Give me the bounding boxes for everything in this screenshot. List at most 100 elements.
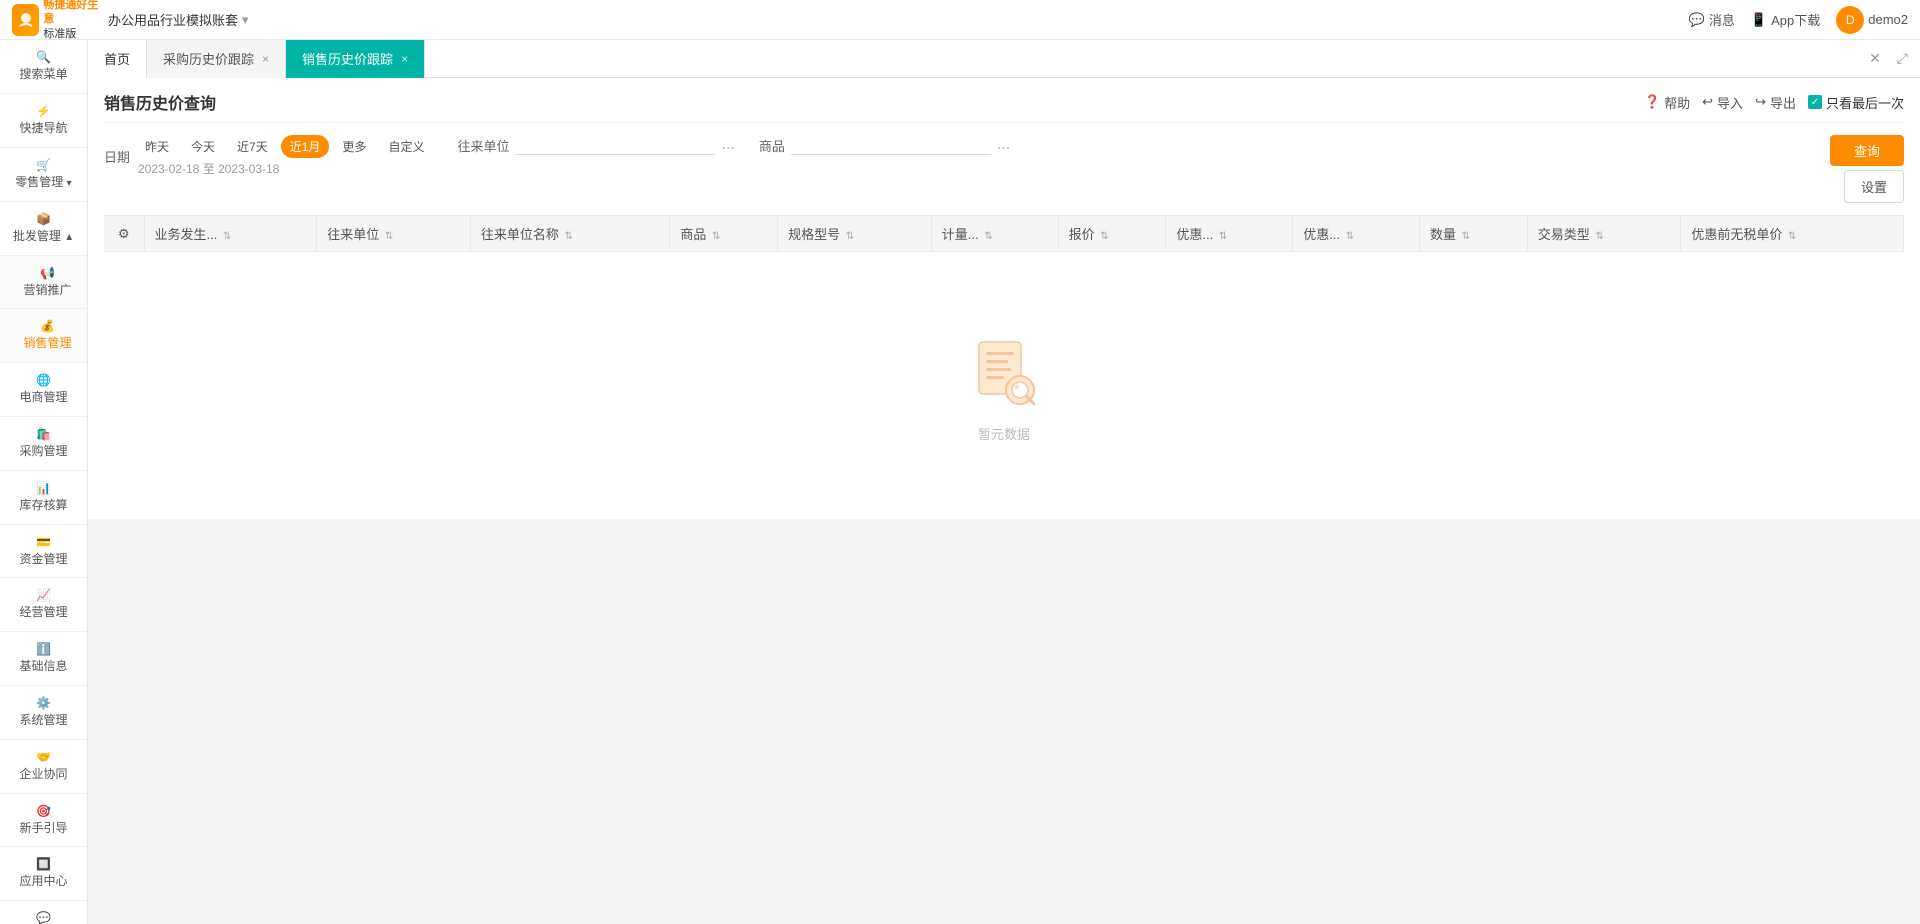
tab-close-all-btn[interactable]: ✕ — [1865, 46, 1885, 71]
sidebar-item-label: 企业协同 — [19, 766, 67, 783]
date-btn-1month[interactable]: 近1月 — [281, 135, 330, 158]
table-col-pretax-price[interactable]: 优惠前无税单价 ⇅ — [1681, 216, 1904, 252]
tab-maximize-btn[interactable]: ⤢ — [1893, 46, 1912, 71]
empty-text: 暂元数据 — [978, 424, 1030, 443]
sidebar-item-label: 零售管理 ▾ — [15, 174, 71, 191]
main-layout: 🔍 搜索菜单 ⚡ 快捷导航 🛒 零售管理 ▾ 📦 批发管理 ▲ 📢 营销推广 💰… — [0, 40, 1920, 924]
filter-action-group: 查询 设置 — [1830, 135, 1904, 203]
only-last-checkbox-label[interactable]: ✓ 只看最后一次 — [1808, 93, 1904, 112]
table-col-biz-date[interactable]: 业务发生... ⇅ — [144, 216, 317, 252]
table-col-spec[interactable]: 规格型号 ⇅ — [778, 216, 932, 252]
sidebar-item-inventory-check[interactable]: 📊 库存核算 — [0, 471, 87, 525]
table-col-unit[interactable]: 计量... ⇅ — [931, 216, 1058, 252]
sidebar: 🔍 搜索菜单 ⚡ 快捷导航 🛒 零售管理 ▾ 📦 批发管理 ▲ 📢 营销推广 💰… — [0, 40, 88, 924]
app-download-action[interactable]: 📱 App下载 — [1751, 10, 1820, 29]
sidebar-item-label: 新手引导 — [19, 820, 67, 837]
partner-filter-dots[interactable]: ... — [721, 136, 734, 154]
sidebar-item-operations-mgmt[interactable]: 📈 经营管理 — [0, 578, 87, 632]
finance-mgmt-icon: 💳 — [36, 535, 51, 549]
help-action[interactable]: ❓ 帮助 — [1644, 93, 1690, 112]
table-col-discount1[interactable]: 优惠... ⇅ — [1166, 216, 1293, 252]
page-header-actions: ❓ 帮助 ↩ 导入 ↪ 导出 ✓ 只看最后一次 — [1644, 93, 1904, 112]
date-btn-today[interactable]: 今天 — [182, 135, 224, 158]
table-col-partner-code[interactable]: 往来单位 ⇅ — [317, 216, 471, 252]
sidebar-item-retail-mgmt[interactable]: 🛒 零售管理 ▾ — [0, 148, 87, 202]
partner-filter-input[interactable] — [515, 135, 715, 155]
import-icon: ↩ — [1702, 94, 1713, 110]
purchase-mgmt-icon: 🛍️ — [36, 427, 51, 441]
date-btn-7days[interactable]: 近7天 — [228, 135, 277, 158]
tab-home[interactable]: 首页 — [88, 40, 147, 78]
sidebar-item-app-center[interactable]: 🔲 应用中心 — [0, 847, 87, 901]
operations-mgmt-icon: 📈 — [36, 588, 51, 602]
sidebar-item-label: 营销推广 — [23, 282, 71, 299]
sidebar-item-enterprise-collab[interactable]: 🤝 企业协同 — [0, 740, 87, 794]
date-area: 昨天 今天 近7天 近1月 更多 自定义 2023-02-18 至 2023-0… — [136, 135, 433, 177]
sidebar-item-search-menu[interactable]: 🔍 搜索菜单 — [0, 40, 87, 94]
sidebar-item-ecommerce-mgmt[interactable]: 🌐 电商管理 — [0, 363, 87, 417]
table-col-trade-type[interactable]: 交易类型 ⇅ — [1527, 216, 1681, 252]
app-download-label: App下载 — [1771, 10, 1820, 29]
message-label: 消息 — [1709, 10, 1735, 29]
message-action[interactable]: 💬 消息 — [1689, 10, 1735, 29]
sales-mgmt-icon: 💰 — [40, 319, 55, 333]
marketing-icon: 📢 — [40, 266, 55, 280]
sidebar-item-label: 搜索菜单 — [19, 66, 67, 83]
date-btn-more[interactable]: 更多 — [333, 135, 375, 158]
table-col-discount2[interactable]: 优惠... ⇅ — [1293, 216, 1420, 252]
partner-filter: 往来单位 ... — [457, 135, 734, 155]
sidebar-item-label: 基础信息 — [19, 658, 67, 675]
sort-arrows-quote: ⇅ — [1100, 231, 1108, 242]
product-filter-dots[interactable]: ... — [997, 136, 1010, 154]
sidebar-item-finance-mgmt[interactable]: 💳 资金管理 — [0, 525, 87, 579]
enterprise-collab-icon: 🤝 — [36, 750, 51, 764]
sidebar-item-purchase-mgmt[interactable]: 🛍️ 采购管理 — [0, 417, 87, 471]
sidebar-item-enterprise-wechat[interactable]: 💬 企业微信 — [0, 901, 87, 924]
page-content: 销售历史价查询 ❓ 帮助 ↩ 导入 ↪ 导出 — [88, 78, 1920, 924]
tab-home-label: 首页 — [104, 49, 130, 68]
ecommerce-mgmt-icon: 🌐 — [36, 373, 51, 387]
sidebar-item-quick-nav[interactable]: ⚡ 快捷导航 — [0, 94, 87, 148]
import-action[interactable]: ↩ 导入 — [1702, 93, 1743, 112]
product-filter-input[interactable] — [791, 135, 991, 155]
export-action[interactable]: ↪ 导出 — [1755, 93, 1796, 112]
user-avatar-action[interactable]: D demo2 — [1836, 6, 1908, 34]
username-label: demo2 — [1868, 12, 1908, 27]
sidebar-item-basic-info[interactable]: ℹ️ 基础信息 — [0, 632, 87, 686]
tab-sales-history-close[interactable]: × — [401, 52, 408, 66]
workspace-dropdown-icon[interactable]: ▾ — [242, 12, 249, 28]
date-btn-yesterday[interactable]: 昨天 — [136, 135, 178, 158]
tab-purchase-history-label: 采购历史价跟踪 — [163, 49, 254, 68]
settings-col-icon: ⚙ — [118, 226, 130, 241]
basic-info-icon: ℹ️ — [36, 642, 51, 656]
tab-purchase-history-close[interactable]: × — [262, 52, 269, 66]
logo-icon — [12, 4, 39, 36]
table-col-partner-name[interactable]: 往来单位名称 ⇅ — [470, 216, 670, 252]
wholesale-mgmt-icon: 📦 — [36, 212, 51, 226]
table-col-settings[interactable]: ⚙ — [104, 216, 144, 252]
date-filter: 日期 昨天 今天 近7天 近1月 更多 自定义 2023-02-18 至 202… — [104, 135, 433, 177]
product-filter-label: 商品 — [759, 136, 785, 155]
sort-arrows-product: ⇅ — [712, 231, 720, 242]
date-btn-custom[interactable]: 自定义 — [379, 135, 433, 158]
sidebar-item-wholesale-mgmt[interactable]: 📦 批发管理 ▲ — [0, 202, 87, 256]
only-last-checkbox[interactable]: ✓ — [1808, 95, 1822, 109]
tab-bar-end: ✕ ⤢ — [1865, 46, 1920, 71]
sidebar-item-system-mgmt[interactable]: ⚙️ 系统管理 — [0, 686, 87, 740]
workspace-title-area: 办公用品行业模拟账套 ▾ — [100, 10, 1689, 29]
query-button[interactable]: 查询 — [1830, 135, 1904, 166]
inventory-check-icon: 📊 — [36, 481, 51, 495]
table-col-quote[interactable]: 报价 ⇅ — [1058, 216, 1166, 252]
sidebar-item-newbie-guide[interactable]: 🎯 新手引导 — [0, 794, 87, 848]
table-col-product[interactable]: 商品 ⇅ — [670, 216, 778, 252]
table-col-quantity[interactable]: 数量 ⇅ — [1420, 216, 1528, 252]
workspace-title: 办公用品行业模拟账套 — [108, 10, 238, 29]
tab-sales-history[interactable]: 销售历史价跟踪 × — [286, 40, 425, 78]
sort-arrows-partner-name: ⇅ — [565, 231, 573, 242]
sidebar-item-sales-mgmt[interactable]: 💰 销售管理 — [0, 309, 87, 363]
sort-arrows-partner-code: ⇅ — [385, 231, 393, 242]
settings-button[interactable]: 设置 — [1844, 170, 1904, 203]
sidebar-item-marketing[interactable]: 📢 营销推广 — [0, 256, 87, 310]
tab-purchase-history[interactable]: 采购历史价跟踪 × — [147, 40, 286, 78]
retail-mgmt-icon: 🛒 — [36, 158, 51, 172]
